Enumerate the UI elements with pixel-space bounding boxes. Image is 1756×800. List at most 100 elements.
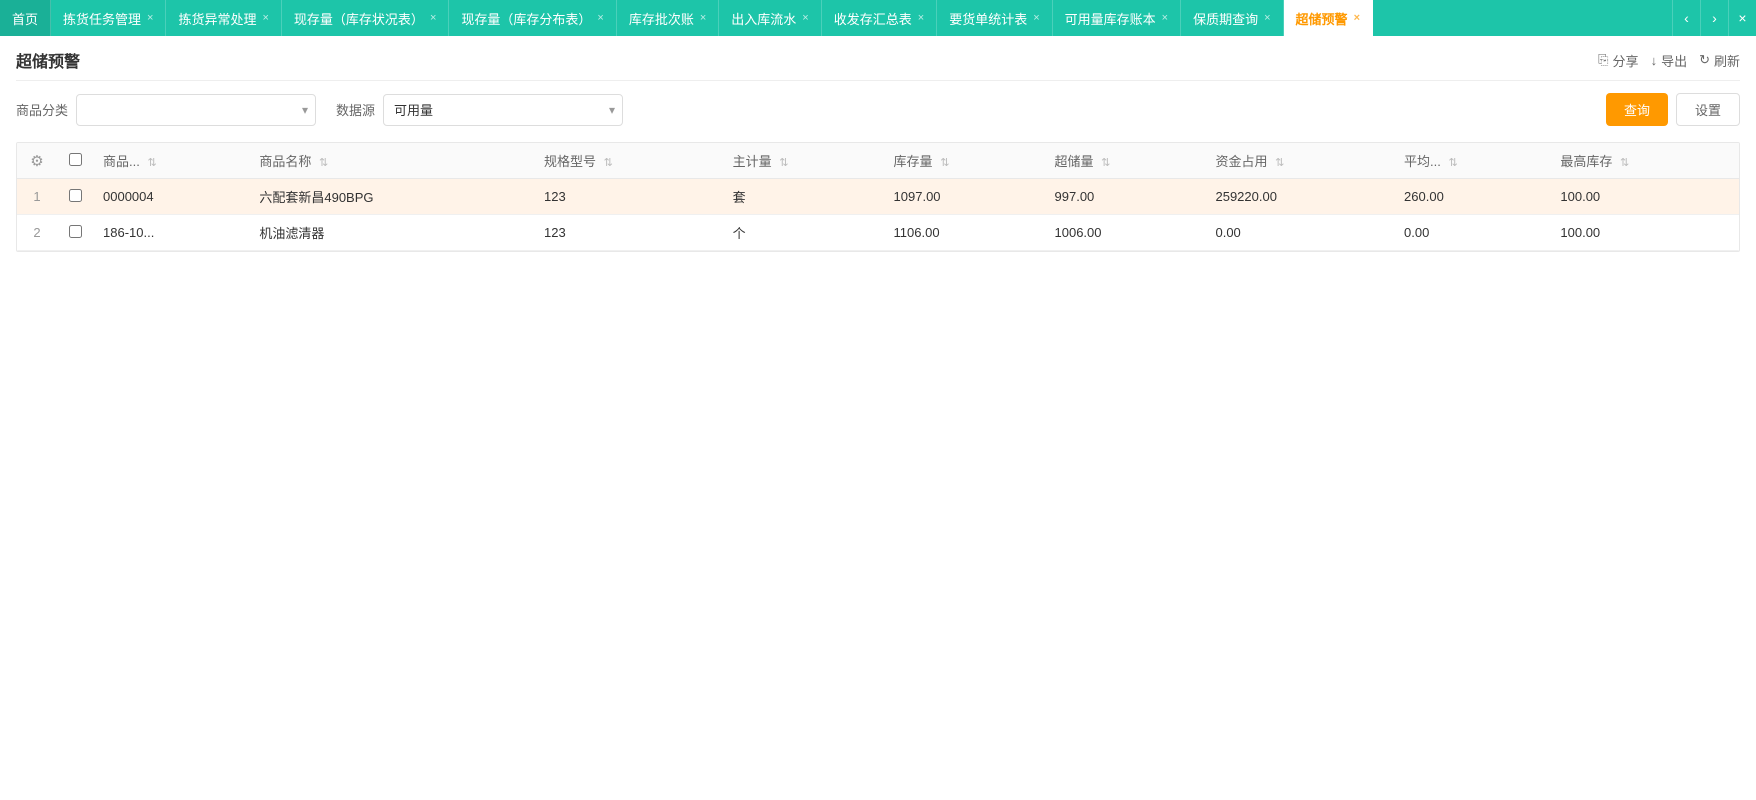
filter-actions: 查询 设置 [1606, 93, 1740, 126]
query-button[interactable]: 查询 [1606, 93, 1668, 126]
row-product-code: 0000004 [93, 179, 249, 215]
row-capital: 0.00 [1205, 215, 1394, 251]
refresh-button[interactable]: ↻ 刷新 [1699, 51, 1740, 70]
close-icon[interactable]: × [918, 12, 924, 24]
row-product-name: 六配套新昌490BPG [249, 179, 534, 215]
nav-item-expiry[interactable]: 保质期查询 × [1181, 0, 1283, 36]
datasource-label: 数据源 [336, 100, 375, 119]
datasource-value: 可用量 [394, 100, 433, 119]
row-checkbox-cell [57, 179, 93, 215]
close-icon[interactable]: × [700, 12, 706, 24]
row-max-stock: 100.00 [1550, 215, 1739, 251]
close-icon[interactable]: × [262, 12, 268, 24]
share-button[interactable]: ⎘ 分享 [1598, 51, 1638, 70]
nav-item-home[interactable]: 首页 [0, 0, 51, 36]
gear-icon[interactable]: ⚙ [30, 153, 43, 170]
share-icon: ⎘ [1598, 52, 1608, 68]
sort-icon: ⇅ [779, 157, 788, 169]
close-icon[interactable]: × [802, 12, 808, 24]
row-checkbox[interactable] [69, 225, 82, 238]
close-icon[interactable]: × [1354, 12, 1360, 24]
top-nav: 首页 拣货任务管理 × 拣货异常处理 × 现存量（库存状况表） × 现存量（库存… [0, 0, 1756, 36]
th-stock[interactable]: 库存量 ⇅ [884, 143, 1045, 179]
category-select-wrapper: ▾ [76, 94, 316, 126]
row-overflow: 1006.00 [1045, 215, 1206, 251]
select-all-checkbox[interactable] [69, 153, 82, 166]
nav-arrows: ‹ › × [1672, 0, 1756, 36]
row-stock: 1097.00 [884, 179, 1045, 215]
nav-arrow-right[interactable]: › [1700, 0, 1728, 36]
nav-item-batch[interactable]: 库存批次账 × [617, 0, 719, 36]
nav-arrow-close[interactable]: × [1728, 0, 1756, 36]
row-max-stock: 100.00 [1550, 179, 1739, 215]
datasource-filter-group: 数据源 可用量 ▾ [336, 94, 623, 126]
row-stock: 1106.00 [884, 215, 1045, 251]
nav-arrow-left[interactable]: ‹ [1672, 0, 1700, 36]
th-spec[interactable]: 规格型号 ⇅ [534, 143, 723, 179]
sort-icon: ⇅ [1275, 157, 1284, 169]
close-icon[interactable]: × [147, 12, 153, 24]
row-capital: 259220.00 [1205, 179, 1394, 215]
row-spec: 123 [534, 215, 723, 251]
page-header: 超储预警 ⎘ 分享 ↓ 导出 ↻ 刷新 [16, 36, 1740, 81]
nav-item-summary[interactable]: 收发存汇总表 × [822, 0, 937, 36]
export-button[interactable]: ↓ 导出 [1651, 51, 1688, 70]
nav-item-inout[interactable]: 出入库流水 × [719, 0, 821, 36]
close-icon[interactable]: × [1264, 12, 1270, 24]
row-checkbox[interactable] [69, 189, 82, 202]
category-filter-group: 商品分类 ▾ [16, 94, 316, 126]
row-index: 1 [17, 179, 57, 215]
sort-icon: ⇅ [940, 157, 949, 169]
th-avg[interactable]: 平均... ⇅ [1394, 143, 1550, 179]
table-row: 1 0000004 六配套新昌490BPG 123 套 1097.00 997.… [17, 179, 1739, 215]
close-icon[interactable]: × [1162, 12, 1168, 24]
row-index: 2 [17, 215, 57, 251]
page-content: 超储预警 ⎘ 分享 ↓ 导出 ↻ 刷新 商品分类 ▾ [0, 36, 1756, 800]
sort-icon: ⇅ [604, 157, 613, 169]
th-product-name[interactable]: 商品名称 ⇅ [249, 143, 534, 179]
sort-icon: ⇅ [147, 157, 156, 169]
page-title: 超储预警 [16, 48, 1598, 72]
row-overflow: 997.00 [1045, 179, 1206, 215]
category-select[interactable] [76, 94, 316, 126]
th-capital[interactable]: 资金占用 ⇅ [1205, 143, 1394, 179]
th-gear: ⚙ [17, 143, 57, 179]
nav-item-overstock[interactable]: 超储预警 × [1284, 0, 1373, 36]
header-actions: ⎘ 分享 ↓ 导出 ↻ 刷新 [1598, 51, 1740, 70]
data-table-wrap: ⚙ 商品... ⇅ 商品名称 ⇅ 规格型号 ⇅ [16, 142, 1740, 252]
filter-area: 商品分类 ▾ 数据源 可用量 ▾ 查询 设置 [16, 81, 1740, 134]
nav-item-task[interactable]: 拣货任务管理 × [51, 0, 166, 36]
data-table: ⚙ 商品... ⇅ 商品名称 ⇅ 规格型号 ⇅ [17, 143, 1739, 251]
row-checkbox-cell [57, 215, 93, 251]
nav-item-stock-dist[interactable]: 现存量（库存分布表） × [449, 0, 616, 36]
row-avg: 0.00 [1394, 215, 1550, 251]
close-icon[interactable]: × [597, 12, 603, 24]
row-product-code: 186-10... [93, 215, 249, 251]
sort-icon: ⇅ [319, 157, 328, 169]
th-product-code[interactable]: 商品... ⇅ [93, 143, 249, 179]
settings-button[interactable]: 设置 [1676, 93, 1740, 126]
row-unit: 套 [723, 179, 884, 215]
th-unit[interactable]: 主计量 ⇅ [723, 143, 884, 179]
row-spec: 123 [534, 179, 723, 215]
close-icon[interactable]: × [430, 12, 436, 24]
table-row: 2 186-10... 机油滤清器 123 个 1106.00 1006.00 … [17, 215, 1739, 251]
sort-icon: ⇅ [1101, 157, 1110, 169]
sort-icon: ⇅ [1449, 157, 1458, 169]
nav-item-order-stat[interactable]: 要货单统计表 × [937, 0, 1052, 36]
th-max-stock[interactable]: 最高库存 ⇅ [1550, 143, 1739, 179]
sort-icon: ⇅ [1620, 157, 1629, 169]
row-avg: 260.00 [1394, 179, 1550, 215]
nav-item-available[interactable]: 可用量库存账本 × [1053, 0, 1181, 36]
datasource-select[interactable]: 可用量 [383, 94, 623, 126]
nav-item-exception[interactable]: 拣货异常处理 × [166, 0, 281, 36]
table-body: 1 0000004 六配套新昌490BPG 123 套 1097.00 997.… [17, 179, 1739, 251]
table-header-row: ⚙ 商品... ⇅ 商品名称 ⇅ 规格型号 ⇅ [17, 143, 1739, 179]
export-icon: ↓ [1651, 53, 1658, 68]
category-label: 商品分类 [16, 100, 68, 119]
close-icon[interactable]: × [1033, 12, 1039, 24]
th-overflow[interactable]: 超储量 ⇅ [1045, 143, 1206, 179]
nav-item-stock-status[interactable]: 现存量（库存状况表） × [282, 0, 449, 36]
row-product-name: 机油滤清器 [249, 215, 534, 251]
th-checkbox [57, 143, 93, 179]
